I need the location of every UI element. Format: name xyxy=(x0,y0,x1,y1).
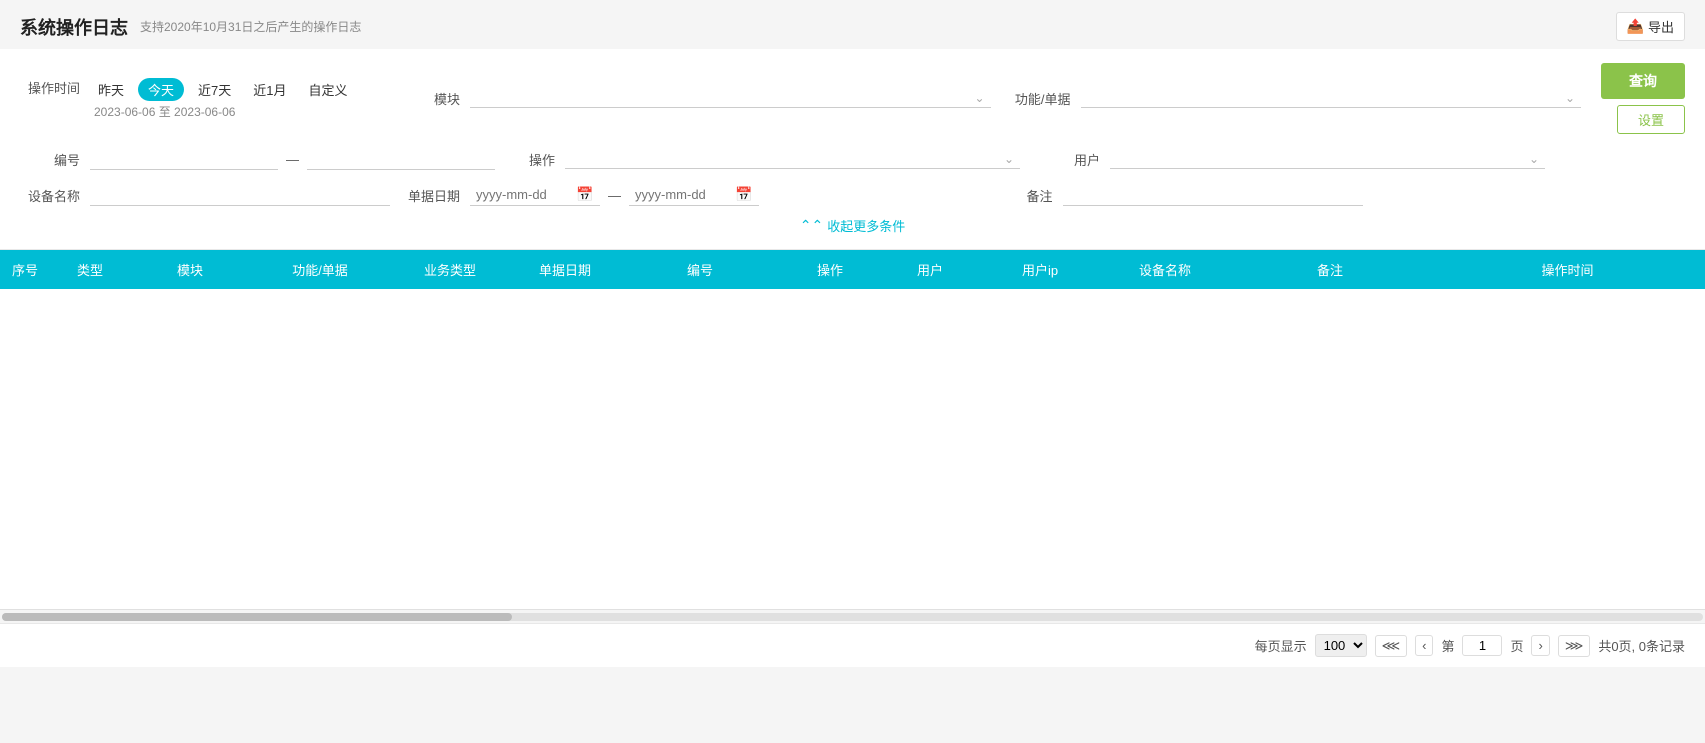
doc-date-to-input[interactable] xyxy=(635,187,735,202)
module-label: 模块 xyxy=(400,89,470,108)
col-device: 设备名称 xyxy=(1100,250,1230,289)
date-dash: — xyxy=(600,188,629,203)
col-seq: 序号 xyxy=(0,250,50,289)
operation-label: 操作 xyxy=(495,150,565,169)
remark-input[interactable] xyxy=(1063,184,1363,206)
doc-date-from-input[interactable] xyxy=(476,187,576,202)
per-page-label: 每页显示 xyxy=(1255,636,1307,655)
page-unit-label: 页 xyxy=(1510,636,1523,655)
user-label: 用户 xyxy=(1020,150,1110,169)
per-page-select[interactable]: 100 50 200 xyxy=(1315,634,1367,657)
device-label: 设备名称 xyxy=(20,186,90,205)
time-label: 操作时间 xyxy=(20,78,90,97)
page-number-input[interactable] xyxy=(1462,635,1502,656)
filter-row-2: 编号 — 操作 ⌄ 用户 ⌄ xyxy=(20,148,1685,170)
export-button[interactable]: 📤 导出 xyxy=(1616,12,1685,41)
device-input[interactable] xyxy=(90,184,390,206)
time-btn-yesterday[interactable]: 昨天 xyxy=(90,78,132,101)
next-page-button[interactable]: › xyxy=(1531,635,1549,656)
time-btn-today[interactable]: 今天 xyxy=(138,78,184,101)
col-operation: 操作 xyxy=(780,250,880,289)
page-label: 第 xyxy=(1441,636,1454,655)
prev-page-button[interactable]: ‹ xyxy=(1415,635,1433,656)
col-user-ip: 用户ip xyxy=(980,250,1100,289)
page-title: 系统操作日志 xyxy=(20,14,128,40)
col-function: 功能/单据 xyxy=(250,250,390,289)
number-dash: — xyxy=(278,152,307,167)
time-btn-custom[interactable]: 自定义 xyxy=(301,78,356,101)
total-label: 共0页, 0条记录 xyxy=(1598,636,1685,655)
number-input-from[interactable] xyxy=(90,148,278,170)
table-header-row: 序号 类型 模块 功能/单据 业务类型 单据日期 编号 操作 用户 用户ip 设… xyxy=(0,250,1705,289)
col-doc-date: 单据日期 xyxy=(510,250,620,289)
operation-select[interactable]: ⌄ xyxy=(565,150,1020,169)
col-user: 用户 xyxy=(880,250,980,289)
export-label: 导出 xyxy=(1648,17,1674,36)
time-btn-7days[interactable]: 近7天 xyxy=(190,78,239,101)
calendar-to-icon[interactable]: 📅 xyxy=(735,186,752,203)
col-module: 模块 xyxy=(130,250,250,289)
module-chevron-icon: ⌄ xyxy=(974,91,984,105)
table-header: 序号 类型 模块 功能/单据 业务类型 单据日期 编号 操作 用户 用户ip 设… xyxy=(0,250,1705,289)
function-chevron-icon: ⌄ xyxy=(1565,91,1575,105)
col-op-time: 操作时间 xyxy=(1430,250,1705,289)
calendar-from-icon[interactable]: 📅 xyxy=(576,186,593,203)
operation-chevron-icon: ⌄ xyxy=(1004,152,1014,166)
remark-label: 备注 xyxy=(973,186,1063,205)
settings-button[interactable]: 设置 xyxy=(1617,105,1685,134)
action-buttons: 查询 设置 xyxy=(1601,63,1685,134)
query-button[interactable]: 查询 xyxy=(1601,63,1685,99)
doc-date-label: 单据日期 xyxy=(400,186,470,205)
page-subtitle: 支持2020年10月31日之后产生的操作日志 xyxy=(140,18,361,35)
date-range-display: 2023-06-06 至 2023-06-06 xyxy=(94,103,356,120)
filter-row-3: 设备名称 单据日期 📅 — 📅 备注 xyxy=(20,184,1685,206)
scrollbar-thumb[interactable] xyxy=(2,613,512,621)
time-buttons: 昨天 今天 近7天 近1月 自定义 xyxy=(90,78,356,101)
time-btn-1month[interactable]: 近1月 xyxy=(245,78,294,101)
col-number: 编号 xyxy=(620,250,780,289)
table-area: 序号 类型 模块 功能/单据 业务类型 单据日期 编号 操作 用户 用户ip 设… xyxy=(0,250,1705,609)
doc-date-to-wrapper: 📅 xyxy=(629,184,759,206)
table-empty-area xyxy=(0,289,1705,609)
user-chevron-icon: ⌄ xyxy=(1529,152,1539,166)
page-header: 系统操作日志 支持2020年10月31日之后产生的操作日志 📤 导出 xyxy=(0,0,1705,49)
col-biz-type: 业务类型 xyxy=(390,250,510,289)
scrollbar-track xyxy=(2,613,1703,621)
number-label: 编号 xyxy=(20,150,90,169)
filter-area: 操作时间 昨天 今天 近7天 近1月 自定义 2023-06-06 至 2023… xyxy=(0,49,1705,250)
function-label: 功能/单据 xyxy=(991,89,1081,108)
collapse-label: 收起更多条件 xyxy=(827,216,905,235)
filter-row-1: 操作时间 昨天 今天 近7天 近1月 自定义 2023-06-06 至 2023… xyxy=(20,63,1685,134)
pagination-bar: 每页显示 100 50 200 ⋘ ‹ 第 页 › ⋙ 共0页, 0条记录 xyxy=(0,623,1705,667)
horizontal-scrollbar[interactable] xyxy=(0,609,1705,623)
collapse-bar[interactable]: ⌃⌃ 收起更多条件 xyxy=(20,210,1685,239)
number-input-to[interactable] xyxy=(307,148,495,170)
collapse-chevron-icon: ⌃⌃ xyxy=(800,217,823,234)
col-type: 类型 xyxy=(50,250,130,289)
export-icon: 📤 xyxy=(1627,18,1644,35)
function-select[interactable]: ⌄ xyxy=(1081,89,1582,108)
first-page-button[interactable]: ⋘ xyxy=(1375,635,1408,657)
user-select[interactable]: ⌄ xyxy=(1110,150,1545,169)
col-remark: 备注 xyxy=(1230,250,1430,289)
last-page-button[interactable]: ⋙ xyxy=(1558,635,1591,657)
doc-date-from-wrapper: 📅 xyxy=(470,184,600,206)
module-select[interactable]: ⌄ xyxy=(470,89,991,108)
title-area: 系统操作日志 支持2020年10月31日之后产生的操作日志 xyxy=(20,14,361,40)
data-table: 序号 类型 模块 功能/单据 业务类型 单据日期 编号 操作 用户 用户ip 设… xyxy=(0,250,1705,289)
